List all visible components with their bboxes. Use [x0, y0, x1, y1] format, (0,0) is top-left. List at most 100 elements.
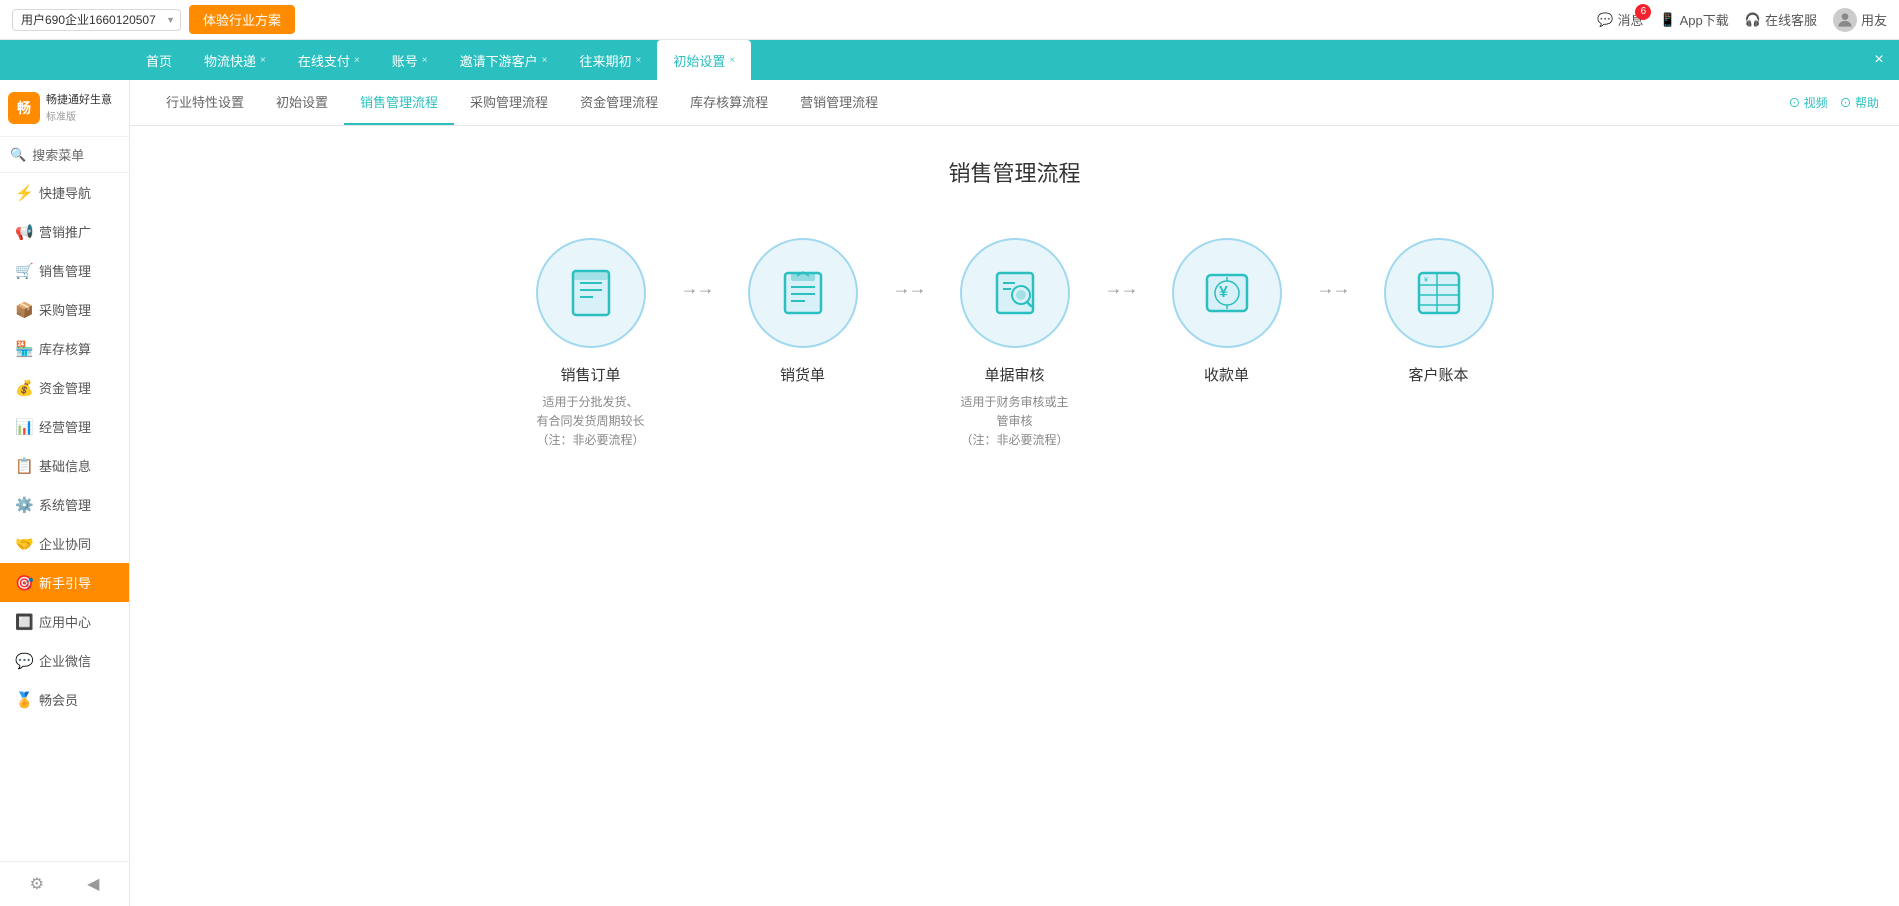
- top-bar: 用户690企业1660120507 体验行业方案 💬 消息 6 📱 App下载 …: [0, 0, 1899, 40]
- sidebar-item-member[interactable]: 🏅 畅会员: [0, 680, 129, 719]
- sidebar-item-basic[interactable]: 📋 基础信息: [0, 446, 129, 485]
- marketing-label: 营销推广: [39, 222, 91, 241]
- marketing-icon: 📢: [15, 223, 33, 241]
- message-badge: 6: [1635, 4, 1651, 20]
- purchase-icon: 📦: [15, 301, 33, 319]
- flow-item-order: 销售订单 适用于分批发货、有合同发货周期较长（注：非必要流程）: [501, 238, 681, 451]
- flow-arrow-1: →→: [681, 278, 713, 299]
- user-select-wrap[interactable]: 用户690企业1660120507: [12, 9, 181, 31]
- nav-init-label: 初始设置: [673, 51, 725, 70]
- flow-item-delivery: 销货单: [713, 238, 893, 393]
- flow-circle-order[interactable]: [536, 238, 646, 348]
- nav-invite[interactable]: 邀请下游客户 ×: [444, 40, 564, 80]
- service-btn[interactable]: 🎧 在线客服: [1745, 10, 1817, 29]
- avatar: [1833, 8, 1857, 32]
- app-download-btn[interactable]: 📱 App下载: [1659, 10, 1728, 29]
- sub-tabs-right: ⊙ 视频 ⊙ 帮助: [1788, 94, 1879, 111]
- nav-period-close[interactable]: ×: [635, 55, 641, 66]
- nav-period[interactable]: 往来期初 ×: [563, 40, 657, 80]
- sidebar-item-collab[interactable]: 🤝 企业协同: [0, 524, 129, 563]
- flow-label-order: 销售订单: [560, 364, 620, 385]
- sidebar-item-system[interactable]: ⚙️ 系统管理: [0, 485, 129, 524]
- sidebar-item-appstore[interactable]: 🔲 应用中心: [0, 602, 129, 641]
- flow-item-review: 单据审核 适用于财务审核或主管审核（注：非必要流程）: [925, 238, 1105, 451]
- flow-item-receipt: ¥ 收款单: [1137, 238, 1317, 393]
- settings-bottom-btn[interactable]: ⚙: [26, 870, 48, 898]
- tab-sales-flow[interactable]: 销售管理流程: [344, 80, 454, 125]
- logo-icon: 畅: [8, 92, 40, 124]
- sales-label: 销售管理: [39, 261, 91, 280]
- user-label: 用友: [1861, 10, 1887, 29]
- nav-close-all[interactable]: ×: [1859, 40, 1899, 80]
- sidebar-item-quicknav[interactable]: ⚡ 快捷导航: [0, 173, 129, 212]
- tab-init[interactable]: 初始设置: [260, 80, 344, 125]
- sub-tabs: 行业特性设置 初始设置 销售管理流程 采购管理流程 资金管理流程 库存核算流程: [130, 80, 1899, 126]
- purchase-label: 采购管理: [39, 300, 91, 319]
- tab-finance-flow[interactable]: 资金管理流程: [564, 80, 674, 125]
- nav-invite-close[interactable]: ×: [542, 55, 548, 66]
- nav-logistics-close[interactable]: ×: [260, 55, 266, 66]
- headset-icon: 🎧: [1745, 12, 1761, 28]
- nav-account[interactable]: 账号 ×: [376, 40, 444, 80]
- tab-purchase-flow[interactable]: 采购管理流程: [454, 80, 564, 125]
- video-btn[interactable]: ⊙ 视频: [1788, 94, 1827, 111]
- flow-desc-review: 适用于财务审核或主管审核（注：非必要流程）: [960, 393, 1068, 451]
- sidebar-item-finance[interactable]: 💰 资金管理: [0, 368, 129, 407]
- main-nav: 首页 物流快递 × 在线支付 × 账号 × 邀请下游客户 × 往来期初 × 初始…: [0, 40, 1899, 80]
- svg-text:¥: ¥: [1219, 284, 1228, 301]
- sidebar-item-inventory[interactable]: 🏪 库存核算: [0, 329, 129, 368]
- sidebar-item-purchase[interactable]: 📦 采购管理: [0, 290, 129, 329]
- sidebar-logo: 畅 畅捷通好生意 标准版: [0, 80, 129, 137]
- member-icon: 🏅: [15, 691, 33, 709]
- flow-circle-delivery[interactable]: [748, 238, 858, 348]
- try-btn[interactable]: 体验行业方案: [189, 5, 295, 34]
- collab-label: 企业协同: [39, 534, 91, 553]
- nav-init[interactable]: 初始设置 ×: [657, 40, 751, 80]
- operation-icon: 📊: [15, 418, 33, 436]
- nav-init-close[interactable]: ×: [729, 55, 735, 66]
- sidebar-item-guide[interactable]: 🎯 新手引导: [0, 563, 129, 602]
- layout: 畅 畅捷通好生意 标准版 🔍 搜索菜单 ⚡ 快捷导航 📢 营销推广 🛒 销售管理: [0, 80, 1899, 906]
- help-btn[interactable]: ⊙ 帮助: [1840, 94, 1879, 111]
- nav-payment[interactable]: 在线支付 ×: [282, 40, 376, 80]
- sidebar-search[interactable]: 🔍 搜索菜单: [0, 137, 129, 173]
- user-btn[interactable]: 用友: [1833, 8, 1887, 32]
- tab-inventory-flow[interactable]: 库存核算流程: [674, 80, 784, 125]
- nav-payment-close[interactable]: ×: [354, 55, 360, 66]
- flow-container: 销售订单 适用于分批发货、有合同发货周期较长（注：非必要流程） →→: [170, 238, 1859, 451]
- tab-marketing-flow[interactable]: 营销管理流程: [784, 80, 894, 125]
- basic-icon: 📋: [15, 457, 33, 475]
- user-select[interactable]: 用户690企业1660120507: [12, 9, 181, 31]
- guide-label: 新手引导: [39, 573, 91, 592]
- nav-account-label: 账号: [392, 51, 418, 70]
- search-icon: 🔍: [10, 147, 26, 163]
- sidebar: 畅 畅捷通好生意 标准版 🔍 搜索菜单 ⚡ 快捷导航 📢 营销推广 🛒 销售管理: [0, 80, 130, 906]
- nav-logistics[interactable]: 物流快递 ×: [188, 40, 282, 80]
- quicknav-label: 快捷导航: [39, 183, 91, 202]
- nav-home[interactable]: 首页: [130, 40, 188, 80]
- finance-label: 资金管理: [39, 378, 91, 397]
- logo-sub: 标准版: [46, 108, 112, 123]
- flow-arrow-2: →→: [893, 278, 925, 299]
- top-bar-right: 💬 消息 6 📱 App下载 🎧 在线客服 用友: [1597, 8, 1887, 32]
- collapse-btn[interactable]: ◀: [83, 870, 103, 898]
- flow-circle-receipt[interactable]: ¥: [1172, 238, 1282, 348]
- sidebar-item-operation[interactable]: 📊 经营管理: [0, 407, 129, 446]
- flow-label-receipt: 收款单: [1204, 364, 1249, 385]
- nav-account-close[interactable]: ×: [422, 55, 428, 66]
- sub-tabs-left: 行业特性设置 初始设置 销售管理流程 采购管理流程 资金管理流程 库存核算流程: [150, 80, 894, 125]
- tab-industry[interactable]: 行业特性设置: [150, 80, 260, 125]
- basic-label: 基础信息: [39, 456, 91, 475]
- nav-logistics-label: 物流快递: [204, 51, 256, 70]
- flow-circle-ledger[interactable]: ¥: [1384, 238, 1494, 348]
- sidebar-item-wechat[interactable]: 💬 企业微信: [0, 641, 129, 680]
- message-btn[interactable]: 💬 消息 6: [1597, 10, 1643, 29]
- nav-invite-label: 邀请下游客户: [460, 51, 538, 70]
- sidebar-item-sales[interactable]: 🛒 销售管理: [0, 251, 129, 290]
- sidebar-item-marketing[interactable]: 📢 营销推广: [0, 212, 129, 251]
- nav-payment-label: 在线支付: [298, 51, 350, 70]
- flow-label-ledger: 客户账本: [1408, 364, 1468, 385]
- appstore-label: 应用中心: [39, 612, 91, 631]
- flow-circle-review[interactable]: [960, 238, 1070, 348]
- operation-label: 经营管理: [39, 417, 91, 436]
